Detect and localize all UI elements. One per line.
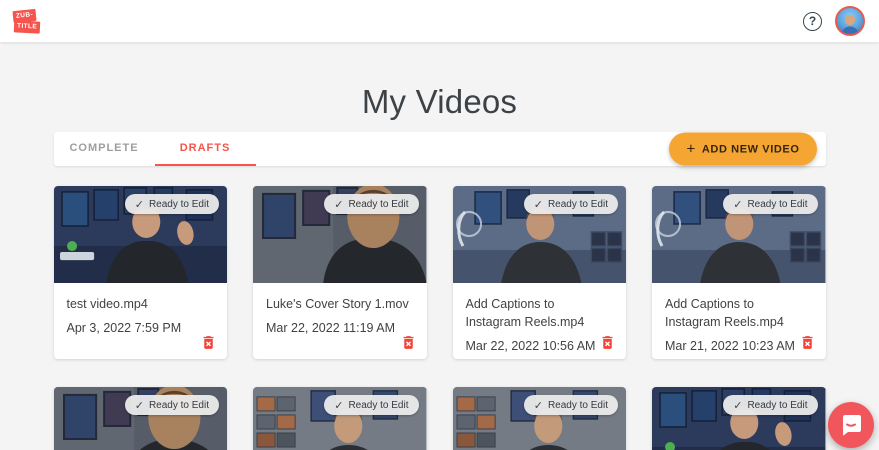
- video-card-body: Add Captions to Instagram Reels.mp4 Mar …: [453, 283, 627, 359]
- status-badge: ✓ Ready to Edit: [723, 194, 817, 214]
- trash-icon: [599, 334, 616, 351]
- zubtitle-logo[interactable]: ZUB- TITLE: [13, 10, 40, 33]
- video-filename: Luke's Cover Story 1.mov: [266, 295, 414, 313]
- video-date: Mar 22, 2022 10:56 AM: [466, 339, 614, 353]
- video-thumbnail[interactable]: ✓ Ready to Edit: [253, 186, 427, 283]
- video-card-body: test video.mp4 Apr 3, 2022 7:59 PM: [54, 283, 228, 359]
- status-badge-label: Ready to Edit: [348, 199, 408, 210]
- status-badge: ✓ Ready to Edit: [723, 395, 817, 415]
- status-badge-label: Ready to Edit: [747, 400, 807, 411]
- video-date: Mar 21, 2022 10:23 AM: [665, 339, 813, 353]
- add-new-video-button[interactable]: + ADD NEW VIDEO: [669, 133, 816, 166]
- plus-icon: +: [686, 140, 695, 157]
- video-card[interactable]: ✓ Ready to Edit test video.mp4 Apr 3, 20…: [54, 186, 228, 359]
- status-badge: ✓ Ready to Edit: [125, 194, 219, 214]
- video-grid: ✓ Ready to Edit test video.mp4 Apr 3, 20…: [54, 186, 826, 450]
- video-card[interactable]: ✓ Ready to Edit: [54, 387, 228, 450]
- logo-text-bottom: TITLE: [14, 20, 41, 33]
- video-card[interactable]: ✓ Ready to Edit: [253, 387, 427, 450]
- status-badge-label: Ready to Edit: [548, 400, 608, 411]
- video-card[interactable]: ✓ Ready to Edit: [652, 387, 826, 450]
- video-thumbnail[interactable]: ✓ Ready to Edit: [54, 186, 228, 283]
- trash-icon: [799, 334, 816, 351]
- video-thumbnail[interactable]: ✓ Ready to Edit: [453, 387, 627, 450]
- status-badge-label: Ready to Edit: [747, 199, 807, 210]
- status-badge-label: Ready to Edit: [548, 199, 608, 210]
- video-thumbnail[interactable]: ✓ Ready to Edit: [652, 387, 826, 450]
- page-title: My Videos: [0, 83, 879, 121]
- video-filename: Add Captions to Instagram Reels.mp4: [466, 295, 614, 331]
- video-date: Mar 22, 2022 11:19 AM: [266, 321, 414, 335]
- video-filename: test video.mp4: [67, 295, 215, 313]
- tab-drafts[interactable]: DRAFTS: [155, 132, 256, 166]
- video-filename: Add Captions to Instagram Reels.mp4: [665, 295, 813, 331]
- status-badge-label: Ready to Edit: [149, 199, 209, 210]
- video-card[interactable]: ✓ Ready to Edit Add Captions to Instagra…: [453, 186, 627, 359]
- tab-complete[interactable]: COMPLETE: [54, 132, 155, 166]
- top-bar: ZUB- TITLE ?: [0, 0, 879, 42]
- video-card[interactable]: ✓ Ready to Edit Luke's Cover Story 1.mov…: [253, 186, 427, 359]
- status-badge-label: Ready to Edit: [149, 400, 209, 411]
- checkmark-icon: ✓: [534, 399, 543, 412]
- help-icon[interactable]: ?: [803, 12, 822, 31]
- checkmark-icon: ✓: [733, 198, 742, 211]
- tab-bar: COMPLETE DRAFTS + ADD NEW VIDEO: [54, 132, 826, 166]
- video-thumbnail[interactable]: ✓ Ready to Edit: [253, 387, 427, 450]
- status-badge: ✓ Ready to Edit: [125, 395, 219, 415]
- avatar-person-icon: [837, 11, 863, 36]
- video-card-body: Add Captions to Instagram Reels.mp4 Mar …: [652, 283, 826, 359]
- checkmark-icon: ✓: [534, 198, 543, 211]
- status-badge-label: Ready to Edit: [348, 400, 408, 411]
- chat-bubble-icon: [839, 413, 863, 437]
- checkmark-icon: ✓: [334, 399, 343, 412]
- delete-video-button[interactable]: [599, 334, 616, 351]
- status-badge: ✓ Ready to Edit: [524, 194, 618, 214]
- video-thumbnail[interactable]: ✓ Ready to Edit: [652, 186, 826, 283]
- video-thumbnail[interactable]: ✓ Ready to Edit: [453, 186, 627, 283]
- status-badge: ✓ Ready to Edit: [524, 395, 618, 415]
- chat-launcher-button[interactable]: [828, 402, 874, 448]
- checkmark-icon: ✓: [733, 399, 742, 412]
- add-new-video-label: ADD NEW VIDEO: [702, 143, 800, 155]
- status-badge: ✓ Ready to Edit: [324, 395, 418, 415]
- delete-video-button[interactable]: [400, 334, 417, 351]
- video-date: Apr 3, 2022 7:59 PM: [67, 321, 215, 335]
- video-card[interactable]: ✓ Ready to Edit: [453, 387, 627, 450]
- delete-video-button[interactable]: [799, 334, 816, 351]
- user-avatar[interactable]: [835, 6, 865, 36]
- trash-icon: [400, 334, 417, 351]
- video-thumbnail[interactable]: ✓ Ready to Edit: [54, 387, 228, 450]
- checkmark-icon: ✓: [135, 198, 144, 211]
- trash-icon: [200, 334, 217, 351]
- status-badge: ✓ Ready to Edit: [324, 194, 418, 214]
- video-card[interactable]: ✓ Ready to Edit Add Captions to Instagra…: [652, 186, 826, 359]
- delete-video-button[interactable]: [200, 334, 217, 351]
- checkmark-icon: ✓: [135, 399, 144, 412]
- video-card-body: Luke's Cover Story 1.mov Mar 22, 2022 11…: [253, 283, 427, 359]
- checkmark-icon: ✓: [334, 198, 343, 211]
